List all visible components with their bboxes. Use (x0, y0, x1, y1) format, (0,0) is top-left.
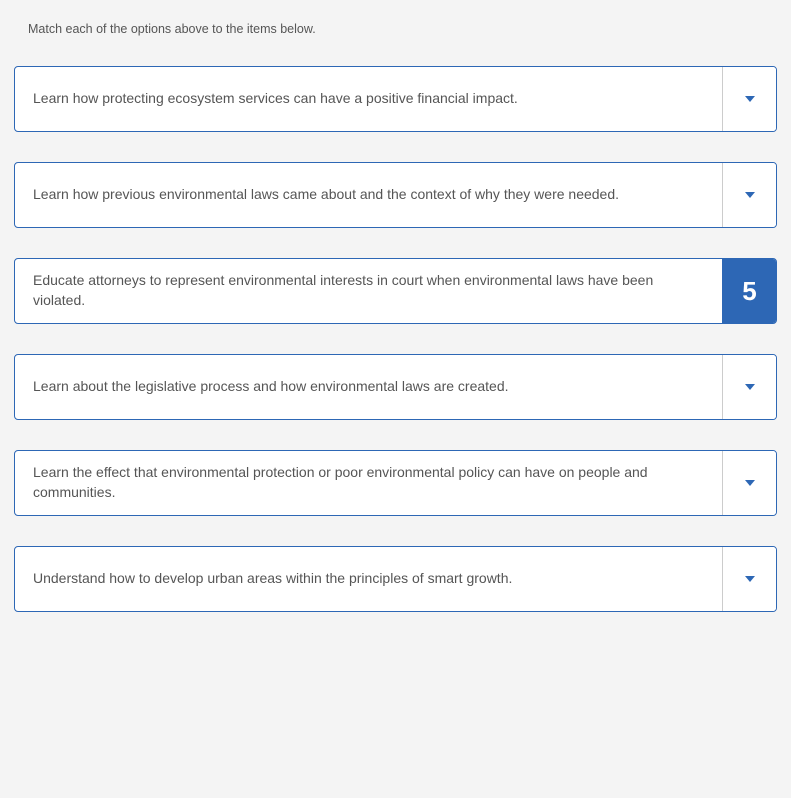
chevron-down-icon (745, 576, 755, 582)
chevron-down-icon (745, 384, 755, 390)
match-item: Understand how to develop urban areas wi… (14, 546, 777, 612)
match-item-text: Educate attorneys to represent environme… (15, 259, 722, 323)
match-item: Learn the effect that environmental prot… (14, 450, 777, 516)
match-dropdown-button[interactable] (722, 547, 776, 611)
match-dropdown-button[interactable] (722, 355, 776, 419)
match-item-text: Learn how previous environmental laws ca… (15, 163, 722, 227)
selected-option-value: 5 (742, 276, 756, 307)
chevron-down-icon (745, 192, 755, 198)
match-dropdown-button[interactable] (722, 163, 776, 227)
match-item-text: Learn how protecting ecosystem services … (15, 67, 722, 131)
matching-question-container: Match each of the options above to the i… (0, 0, 791, 612)
match-dropdown-button[interactable]: 5 (722, 259, 776, 323)
instruction-text: Match each of the options above to the i… (0, 0, 791, 56)
match-item-text: Learn about the legislative process and … (15, 355, 722, 419)
match-item: Learn about the legislative process and … (14, 354, 777, 420)
match-dropdown-button[interactable] (722, 67, 776, 131)
match-item-text: Learn the effect that environmental prot… (15, 451, 722, 515)
chevron-down-icon (745, 480, 755, 486)
match-dropdown-button[interactable] (722, 451, 776, 515)
match-item: Learn how previous environmental laws ca… (14, 162, 777, 228)
match-item: Learn how protecting ecosystem services … (14, 66, 777, 132)
instruction-label: Match each of the options above to the i… (28, 22, 316, 36)
match-item: Educate attorneys to represent environme… (14, 258, 777, 324)
chevron-down-icon (745, 96, 755, 102)
match-items-list: Learn how protecting ecosystem services … (0, 56, 791, 612)
match-item-text: Understand how to develop urban areas wi… (15, 547, 722, 611)
